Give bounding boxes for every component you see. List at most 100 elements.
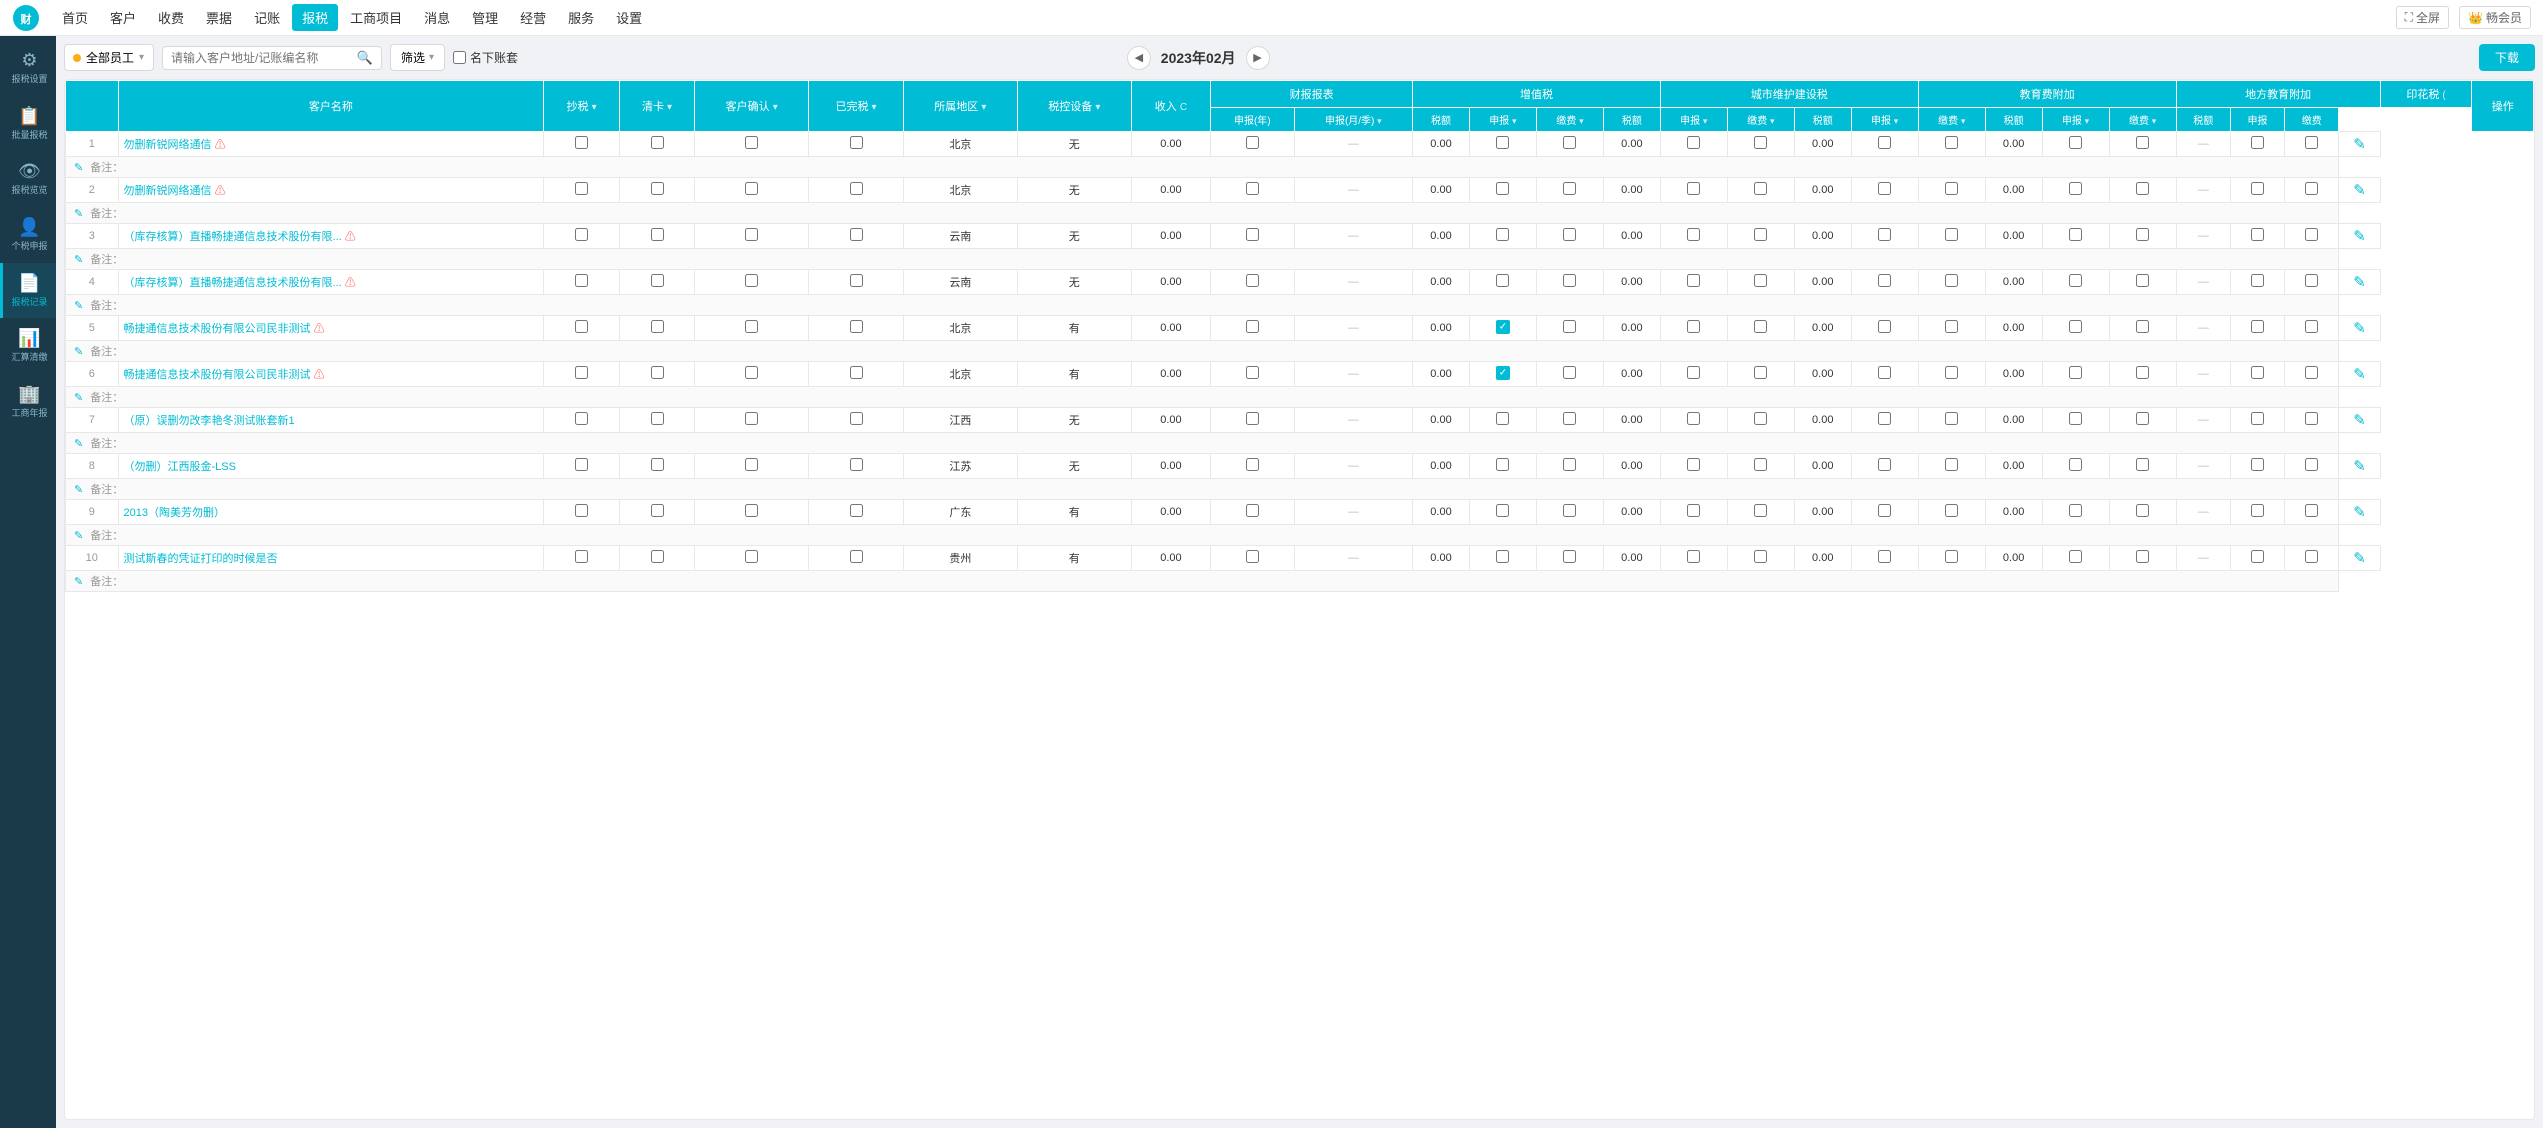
company-name[interactable]: （勿删）江西股金-LSS	[124, 458, 539, 474]
company-name[interactable]: （库存核算）直播畅捷通信息技术股份有限... ⚠	[124, 228, 539, 244]
search-icon: 🔍	[357, 50, 373, 66]
filter-caret-icon: ▾	[429, 52, 434, 63]
th-local-apply: 申报 ▾	[2042, 108, 2109, 132]
nav-item-首页[interactable]: 首页	[52, 4, 98, 31]
edit-note-icon[interactable]: ✎	[74, 392, 83, 404]
filter-label: 筛选	[401, 49, 425, 66]
company-name[interactable]: （原）误删勿改李艳冬测试账套新1	[124, 412, 539, 428]
th-num	[66, 81, 119, 132]
sidebar-item-5[interactable]: 📊 汇算清缴	[0, 318, 56, 374]
nav-item-票据[interactable]: 票据	[196, 4, 242, 31]
th-stamp-pay: 缴费	[2285, 108, 2339, 132]
sidebar-item-6[interactable]: 🏢工商年报	[0, 374, 56, 430]
company-name[interactable]: 2013（陶美芳勿删）	[124, 504, 539, 520]
company-name[interactable]: 畅捷通信息技术股份有限公司民非测试 ⚠	[124, 366, 539, 382]
edit-note-icon[interactable]: ✎	[74, 530, 83, 542]
nav-item-消息[interactable]: 消息	[414, 4, 460, 31]
sidebar-icon-1: 📋	[18, 106, 40, 127]
employee-select[interactable]: 全部员工 ▾	[64, 44, 154, 71]
toolbar: 全部员工 ▾ 🔍 筛选 ▾ 名下账套 ◀ 2023年02月	[64, 44, 2535, 71]
nav-item-管理[interactable]: 管理	[462, 4, 508, 31]
company-name[interactable]: 勿删新锐网络通信 ⚠	[124, 182, 539, 198]
th-stamp-amount: 税额	[2176, 108, 2230, 132]
search-input[interactable]	[171, 51, 357, 65]
nav-item-记账[interactable]: 记账	[244, 4, 290, 31]
edit-icon[interactable]: ✎	[2353, 550, 2366, 567]
note-row: ✎ 备注：	[66, 479, 2534, 500]
th-edu-pay: 缴费 ▾	[1918, 108, 1985, 132]
company-name[interactable]: 畅捷通信息技术股份有限公司民非测试 ⚠	[124, 320, 539, 336]
edit-note-icon[interactable]: ✎	[74, 300, 83, 312]
edit-icon[interactable]: ✎	[2353, 366, 2366, 383]
nav-item-工商项目[interactable]: 工商项目	[340, 4, 412, 31]
th-vat-amount: 税额	[1413, 108, 1470, 132]
edit-icon[interactable]: ✎	[2353, 182, 2366, 199]
table-row: 6 畅捷通信息技术股份有限公司民非测试 ⚠ 北京 有 0.00 — 0.00 ✓…	[66, 362, 2534, 387]
nav-item-设置[interactable]: 设置	[606, 4, 652, 31]
th-stamp-apply: 申报	[2230, 108, 2284, 132]
nav-item-客户[interactable]: 客户	[100, 4, 146, 31]
sidebar-icon-6: 🏢	[18, 384, 40, 405]
employee-label: 全部员工	[86, 49, 134, 66]
edit-icon[interactable]: ✎	[2353, 504, 2366, 521]
sidebar-item-0[interactable]: ⚙报税设置	[0, 40, 56, 96]
note-row: ✎ 备注：	[66, 341, 2534, 362]
name-list-checkbox[interactable]	[453, 51, 466, 64]
th-confirm: 客户确认 ▾	[695, 81, 809, 132]
th-vat-pay: 缴费 ▾	[1536, 108, 1603, 132]
nav-item-服务[interactable]: 服务	[558, 4, 604, 31]
edit-icon[interactable]: ✎	[2353, 458, 2366, 475]
sidebar-item-1[interactable]: 📋批量报税	[0, 96, 56, 152]
sidebar-icon-5: 📊	[18, 328, 40, 349]
edit-note-icon[interactable]: ✎	[74, 162, 83, 174]
note-row: ✎ 备注：	[66, 387, 2534, 408]
name-list-toggle[interactable]: 名下账套	[453, 49, 518, 66]
th-local: 地方教育附加	[2176, 81, 2380, 108]
edit-note-icon[interactable]: ✎	[74, 484, 83, 496]
note-row: ✎ 备注：	[66, 295, 2534, 316]
employee-dot	[73, 54, 81, 62]
edit-note-icon[interactable]: ✎	[74, 346, 83, 358]
th-edu: 教育费附加	[1918, 81, 2176, 108]
sidebar-item-4[interactable]: 📄 报税记录	[0, 263, 56, 319]
sidebar-icon-4: 📄	[18, 273, 40, 294]
fullscreen-btn[interactable]: ⛶ 全屏	[2396, 6, 2449, 29]
edit-icon[interactable]: ✎	[2353, 274, 2366, 291]
edit-note-icon[interactable]: ✎	[74, 576, 83, 588]
next-month-btn[interactable]: ▶	[1246, 46, 1270, 70]
edit-icon[interactable]: ✎	[2353, 412, 2366, 429]
edit-note-icon[interactable]: ✎	[74, 438, 83, 450]
nav-item-报税[interactable]: 报税	[292, 4, 338, 31]
th-income: 收入 C	[1131, 81, 1210, 132]
th-device: 税控设备 ▾	[1017, 81, 1131, 132]
page-content: 全部员工 ▾ 🔍 筛选 ▾ 名下账套 ◀ 2023年02月	[56, 36, 2543, 1128]
sidebar-label-4: 报税记录	[11, 297, 47, 309]
nav-item-经营[interactable]: 经营	[510, 4, 556, 31]
nav-item-收费[interactable]: 收费	[148, 4, 194, 31]
filter-btn[interactable]: 筛选 ▾	[390, 44, 445, 71]
member-btn[interactable]: 👑 畅会员	[2459, 6, 2531, 29]
prev-month-btn[interactable]: ◀	[1127, 46, 1151, 70]
th-local-pay: 缴费 ▾	[2109, 108, 2176, 132]
edit-note-icon[interactable]: ✎	[74, 254, 83, 266]
edit-icon[interactable]: ✎	[2353, 136, 2366, 153]
sidebar-item-2[interactable]: 👁报税览览	[0, 151, 56, 207]
table-row: 7 （原）误删勿改李艳冬测试账套新1 江西 无 0.00 — 0.00 0.00…	[66, 408, 2534, 433]
search-box[interactable]: 🔍	[162, 46, 382, 70]
th-city: 城市维护建设税	[1660, 81, 1918, 108]
header-row-1: 客户名称 抄税 ▾ 清卡 ▾ 客户确认 ▾ 已完税 ▾ 所属地区 ▾ 税控设备 …	[66, 81, 2534, 108]
note-row: ✎ 备注：	[66, 157, 2534, 178]
company-name[interactable]: （库存核算）直播畅捷通信息技术股份有限... ⚠	[124, 274, 539, 290]
table-row: 3 （库存核算）直播畅捷通信息技术股份有限... ⚠ 云南 无 0.00 — 0…	[66, 224, 2534, 249]
sidebar-label-5: 汇算清缴	[11, 352, 47, 364]
sidebar-icon-3: 👤	[18, 217, 40, 238]
edit-icon[interactable]: ✎	[2353, 320, 2366, 337]
sidebar-item-3[interactable]: 👤个税申报	[0, 207, 56, 263]
topnav-right: ⛶ 全屏 👑 畅会员	[2396, 6, 2531, 29]
download-btn[interactable]: 下载	[2479, 44, 2535, 71]
company-name[interactable]: 测试斯春的凭证打印的时候是否	[124, 550, 539, 566]
note-row: ✎ 备注：	[66, 203, 2534, 224]
company-name[interactable]: 勿删新锐网络通信 ⚠	[124, 136, 539, 152]
edit-note-icon[interactable]: ✎	[74, 208, 83, 220]
edit-icon[interactable]: ✎	[2353, 228, 2366, 245]
